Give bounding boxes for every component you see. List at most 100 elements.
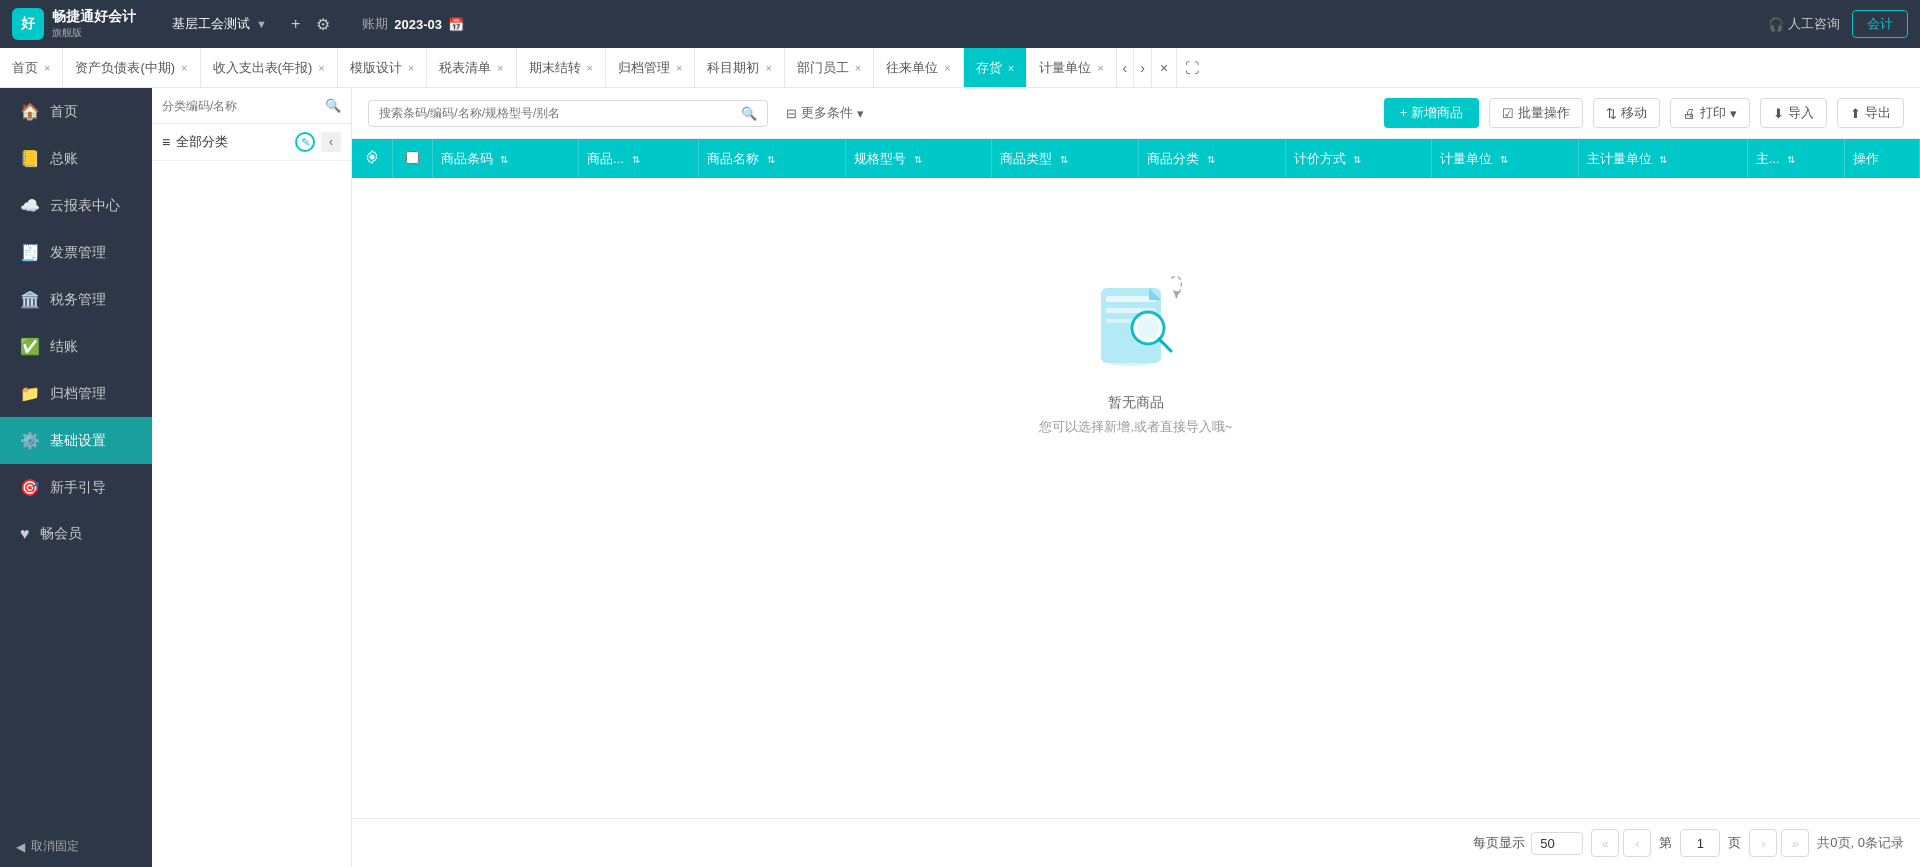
sidebar-item-guide[interactable]: 🎯 新手引导 [0,464,152,511]
batch-btn[interactable]: ☑ 批量操作 [1489,98,1583,128]
prev-page-btn[interactable]: ‹ [1623,829,1651,857]
category-search-icon[interactable]: 🔍 [325,98,341,113]
tab-home[interactable]: 首页 × [0,48,63,87]
new-product-btn[interactable]: + 新增商品 [1384,98,1479,128]
tab-inventory[interactable]: 存货 × [964,48,1027,87]
per-page-select[interactable]: 20 50 100 200 [1531,832,1583,855]
tab-department[interactable]: 部门员工 × [785,48,874,87]
th-name[interactable]: 商品名称 ⇅ [699,139,846,178]
add-icon[interactable]: + [287,11,304,37]
filter-btn[interactable]: ⊟ 更多条件 ▾ [778,99,872,127]
tab-home-close[interactable]: × [44,62,50,74]
cancel-fixed-btn[interactable]: ◀ 取消固定 [0,826,152,867]
sidebar-item-home[interactable]: 🏠 首页 [0,88,152,135]
move-btn[interactable]: ⇅ 移动 [1593,98,1660,128]
tab-subject[interactable]: 科目期初 × [695,48,784,87]
sort-type-icon[interactable]: ⇅ [1060,154,1068,165]
tab-income-close[interactable]: × [318,62,324,74]
tab-template[interactable]: 模版设计 × [338,48,427,87]
search-icon[interactable]: 🔍 [741,106,757,121]
sidebar-item-tax[interactable]: 🏛️ 税务管理 [0,276,152,323]
tab-balance-sheet-close[interactable]: × [181,62,187,74]
tab-income[interactable]: 收入支出表(年报) × [201,48,338,87]
tab-next-btn[interactable]: › [1134,48,1152,87]
last-page-btn[interactable]: » [1781,829,1809,857]
th-barcode[interactable]: 商品条码 ⇅ [432,139,579,178]
tab-tax[interactable]: 税表清单 × [427,48,516,87]
period-label: 账期 [362,15,388,33]
sidebar-item-archive[interactable]: 📁 归档管理 [0,370,152,417]
sort-spec-icon[interactable]: ⇅ [914,154,922,165]
tab-unit[interactable]: 计量单位 × [1027,48,1116,87]
page-input[interactable] [1680,829,1720,857]
batch-label: 批量操作 [1518,104,1570,122]
th-unit[interactable]: 计量单位 ⇅ [1432,139,1579,178]
th-main-unit[interactable]: 主计量单位 ⇅ [1578,139,1747,178]
sort-unit-icon[interactable]: ⇅ [1500,154,1508,165]
th-spec[interactable]: 规格型号 ⇅ [845,139,992,178]
sidebar-item-settings[interactable]: ⚙️ 基础设置 [0,417,152,464]
sidebar-item-close[interactable]: ✅ 结账 [0,323,152,370]
tab-inventory-close[interactable]: × [1008,62,1014,74]
import-btn[interactable]: ⬇ 导入 [1760,98,1827,128]
tab-close-all-btn[interactable]: × [1152,48,1177,87]
customer-service-btn[interactable]: 🎧 人工咨询 [1768,15,1840,33]
tab-template-close[interactable]: × [408,62,414,74]
sort-main-sub-icon[interactable]: ⇅ [1787,154,1795,165]
th-checkbox[interactable] [392,139,432,178]
print-btn[interactable]: 🖨 打印 ▾ [1670,98,1750,128]
sidebar-item-member[interactable]: ♥ 畅会员 [0,511,152,557]
sort-code-icon[interactable]: ⇅ [632,154,640,165]
calendar-icon[interactable]: 📅 [448,17,464,32]
move-label: 移动 [1621,104,1647,122]
sidebar-item-report[interactable]: ☁️ 云报表中心 [0,182,152,229]
sort-price-method-icon[interactable]: ⇅ [1353,154,1361,165]
tab-archive[interactable]: 归档管理 × [606,48,695,87]
tab-archive-close[interactable]: × [676,62,682,74]
tab-department-close[interactable]: × [855,62,861,74]
sort-category-icon[interactable]: ⇅ [1207,154,1215,165]
category-edit-icon[interactable]: ✎ [295,132,315,152]
category-collapse-icon[interactable]: ‹ [321,132,341,152]
th-type[interactable]: 商品类型 ⇅ [992,139,1139,178]
th-price-method[interactable]: 计价方式 ⇅ [1285,139,1432,178]
category-search-area: 🔍 [152,88,351,124]
sidebar-item-ledger[interactable]: 📒 总账 [0,135,152,182]
next-page-btn[interactable]: › [1749,829,1777,857]
sidebar-item-invoice[interactable]: 🧾 发票管理 [0,229,152,276]
tab-balance-sheet[interactable]: 资产负债表(中期) × [63,48,200,87]
tab-prev-btn[interactable]: ‹ [1117,48,1135,87]
tab-tax-close[interactable]: × [497,62,503,74]
th-category[interactable]: 商品分类 ⇅ [1138,139,1285,178]
account-button[interactable]: 会计 [1852,10,1908,38]
print-chevron-icon: ▾ [1730,106,1737,121]
export-btn[interactable]: ⬆ 导出 [1837,98,1904,128]
page-label: 页 [1728,834,1741,852]
sort-main-unit-icon[interactable]: ⇅ [1659,154,1667,165]
category-search-input[interactable] [162,99,319,113]
header-actions: + ⚙ [287,11,334,38]
sort-name-icon[interactable]: ⇅ [767,154,775,165]
tab-subject-close[interactable]: × [765,62,771,74]
first-page-btn[interactable]: « [1591,829,1619,857]
th-code[interactable]: 商品... ⇅ [579,139,699,178]
tab-expand-btn[interactable]: ⛶ [1177,48,1207,87]
tab-contacts[interactable]: 往来单位 × [874,48,963,87]
category-panel: 🔍 ≡ 全部分类 ✎ ‹ [152,88,352,867]
search-input-wrap: 🔍 [368,100,768,127]
tab-contacts-close[interactable]: × [944,62,950,74]
product-search-input[interactable] [379,106,735,120]
org-selector[interactable]: 基层工会测试 ▼ [172,15,267,33]
th-main-sub[interactable]: 主... ⇅ [1747,139,1845,178]
tab-period-carry-close[interactable]: × [587,62,593,74]
table-container[interactable]: 商品条码 ⇅ 商品... ⇅ 商品名称 ⇅ [352,139,1920,818]
tab-archive-label: 归档管理 [618,59,670,77]
settings-icon[interactable]: ⚙ [312,11,334,38]
tab-unit-close[interactable]: × [1097,62,1103,74]
th-type-label: 商品类型 [1000,151,1052,166]
sort-barcode-icon[interactable]: ⇅ [500,154,508,165]
select-all-checkbox[interactable] [406,151,419,164]
sidebar-item-member-label: 畅会员 [40,525,82,543]
tab-period-carry[interactable]: 期末结转 × [517,48,606,87]
th-gear[interactable] [352,139,392,178]
